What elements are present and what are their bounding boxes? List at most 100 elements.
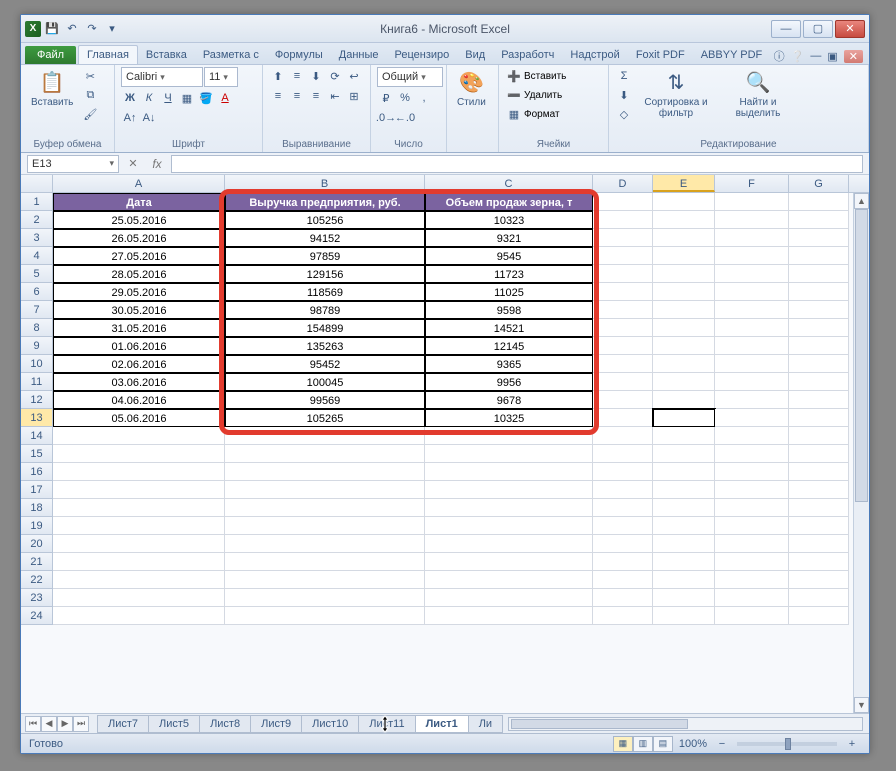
sheet-tab[interactable]: Лист8 (199, 715, 251, 733)
cell[interactable] (593, 607, 653, 625)
cell[interactable]: 30.05.2016 (53, 301, 225, 319)
cell[interactable] (789, 319, 849, 337)
cell[interactable] (653, 589, 715, 607)
cell[interactable] (653, 553, 715, 571)
cell[interactable]: 02.06.2016 (53, 355, 225, 373)
ribbon-min-icon[interactable]: ⓘ (774, 48, 785, 64)
qat-dropdown-icon[interactable]: ▾ (103, 20, 121, 38)
cell[interactable] (653, 517, 715, 535)
cell[interactable] (53, 517, 225, 535)
cell[interactable] (593, 373, 653, 391)
row-header[interactable]: 12 (21, 391, 53, 409)
cell[interactable] (653, 193, 715, 211)
cell[interactable]: 03.06.2016 (53, 373, 225, 391)
cell[interactable]: 05.06.2016 (53, 409, 225, 427)
sheet-tab[interactable]: Лист9 (250, 715, 302, 733)
font-color-icon[interactable]: А (216, 89, 234, 107)
cell[interactable]: 11025 (425, 283, 593, 301)
decrease-font-icon[interactable]: A↓ (140, 109, 158, 127)
worksheet-grid[interactable]: ABCDEFG 1ДатаВыручка предприятия, руб.Об… (21, 175, 869, 713)
cell[interactable] (425, 427, 593, 445)
format-painter-icon[interactable]: 🖌 (81, 105, 99, 123)
cell[interactable] (653, 355, 715, 373)
align-right-icon[interactable]: ≡ (307, 87, 325, 105)
cell[interactable] (789, 391, 849, 409)
cell[interactable]: 94152 (225, 229, 425, 247)
cell[interactable] (715, 535, 789, 553)
redo-icon[interactable]: ↷ (83, 20, 101, 38)
cell[interactable] (789, 409, 849, 427)
ribbon-tab[interactable]: Надстрой (562, 46, 627, 64)
sheet-tab[interactable]: Ли (468, 715, 503, 733)
fx-icon[interactable]: fx (147, 155, 167, 173)
sheet-tab[interactable]: Лист1 (415, 715, 469, 733)
cell[interactable] (653, 445, 715, 463)
cell[interactable] (53, 571, 225, 589)
cell[interactable] (715, 391, 789, 409)
cell[interactable]: Выручка предприятия, руб. (225, 193, 425, 211)
align-center-icon[interactable]: ≡ (288, 87, 306, 105)
ribbon-tab[interactable]: Данные (331, 46, 387, 64)
cell[interactable] (225, 517, 425, 535)
column-header[interactable]: G (789, 175, 849, 192)
cell[interactable] (225, 445, 425, 463)
border-icon[interactable]: ▦ (178, 89, 196, 107)
row-header[interactable]: 14 (21, 427, 53, 445)
row-header[interactable]: 16 (21, 463, 53, 481)
help-icon[interactable]: ❔ (791, 50, 805, 63)
row-header[interactable]: 6 (21, 283, 53, 301)
copy-icon[interactable]: ⧉ (81, 86, 99, 104)
cell[interactable] (53, 535, 225, 553)
cell[interactable] (425, 517, 593, 535)
cell[interactable]: 9598 (425, 301, 593, 319)
formula-input[interactable] (171, 155, 863, 173)
cell[interactable] (53, 481, 225, 499)
cell[interactable] (225, 463, 425, 481)
cell[interactable] (593, 229, 653, 247)
ribbon-tab[interactable]: ABBYY PDF (693, 46, 771, 64)
cell[interactable] (225, 589, 425, 607)
align-left-icon[interactable]: ≡ (269, 87, 287, 105)
align-mid-icon[interactable]: ≡ (288, 67, 306, 85)
cell[interactable] (653, 283, 715, 301)
cell[interactable] (593, 301, 653, 319)
cell[interactable]: 29.05.2016 (53, 283, 225, 301)
cell[interactable]: 31.05.2016 (53, 319, 225, 337)
cell[interactable] (789, 535, 849, 553)
comma-icon[interactable]: , (415, 89, 433, 107)
cell[interactable] (789, 373, 849, 391)
cell[interactable] (425, 445, 593, 463)
column-header[interactable]: D (593, 175, 653, 192)
italic-icon[interactable]: К (140, 89, 158, 107)
scroll-down-icon[interactable]: ▼ (854, 697, 869, 713)
row-header[interactable]: 18 (21, 499, 53, 517)
ribbon-tab[interactable]: Вставка (138, 46, 195, 64)
cell[interactable] (53, 427, 225, 445)
cell[interactable] (593, 589, 653, 607)
delete-cells-icon[interactable]: ➖ (505, 86, 523, 104)
cell[interactable] (715, 481, 789, 499)
cell[interactable] (789, 247, 849, 265)
ribbon-tab[interactable]: Вид (457, 46, 493, 64)
sheet-nav-first-icon[interactable]: ⏮ (25, 716, 41, 732)
cell[interactable] (789, 301, 849, 319)
increase-font-icon[interactable]: A↑ (121, 109, 139, 127)
cell[interactable] (789, 463, 849, 481)
cell[interactable] (593, 337, 653, 355)
cell[interactable] (653, 427, 715, 445)
cell[interactable] (593, 319, 653, 337)
autosum-icon[interactable]: Σ (615, 67, 633, 85)
find-select-button[interactable]: 🔍 Найти и выделить (719, 67, 797, 121)
inc-decimal-icon[interactable]: .0→ (377, 109, 395, 127)
column-header[interactable]: B (225, 175, 425, 192)
scroll-up-icon[interactable]: ▲ (854, 193, 869, 209)
cell[interactable] (425, 535, 593, 553)
file-tab[interactable]: Файл (25, 46, 76, 64)
hscroll-thumb[interactable] (511, 719, 687, 729)
row-header[interactable]: 20 (21, 535, 53, 553)
sheet-nav-next-icon[interactable]: ▶ (57, 716, 73, 732)
sort-filter-button[interactable]: ⇅ Сортировка и фильтр (637, 67, 715, 121)
align-top-icon[interactable]: ⬆ (269, 67, 287, 85)
cell[interactable] (715, 445, 789, 463)
cell[interactable] (715, 319, 789, 337)
